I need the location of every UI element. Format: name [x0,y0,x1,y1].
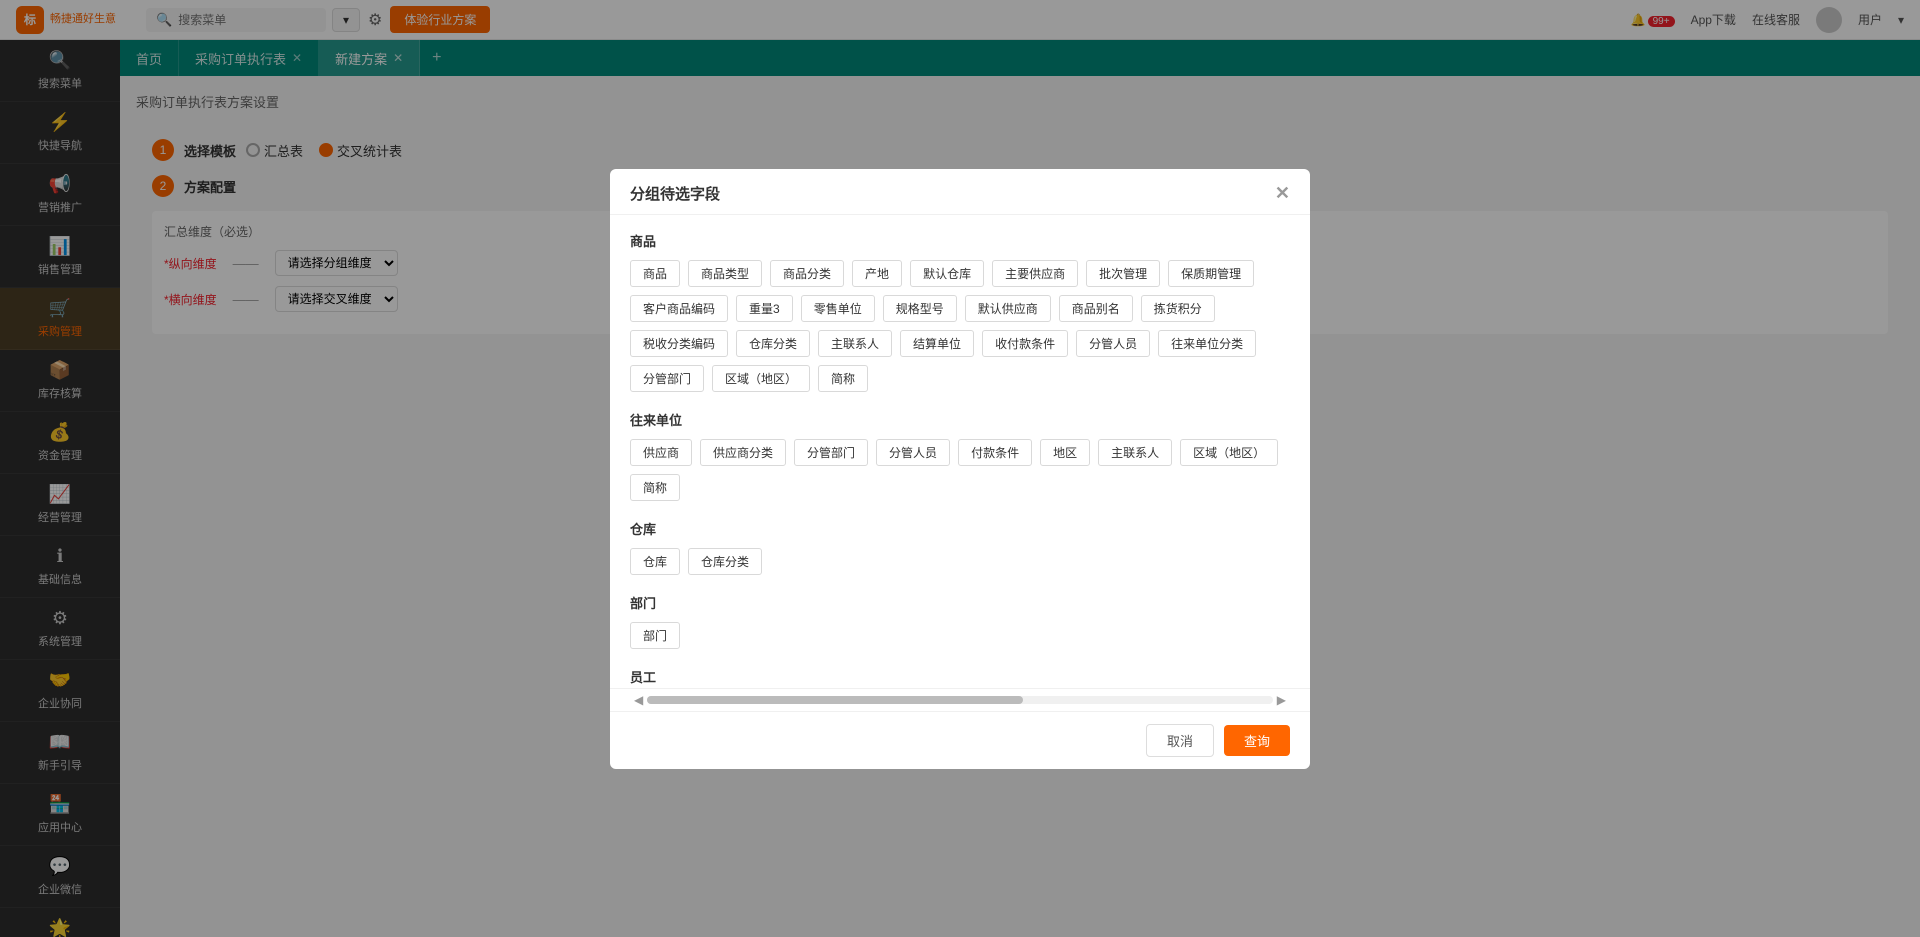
field-tag[interactable]: 收付款条件 [982,330,1068,357]
field-tag[interactable]: 拣货积分 [1141,295,1215,322]
field-tag[interactable]: 主联系人 [818,330,892,357]
field-tag[interactable]: 批次管理 [1086,260,1160,287]
section-warehouse: 仓库 仓库 仓库分类 [630,519,1290,575]
modal-header: 分组待选字段 ✕ [610,169,1310,215]
section-warehouse-title: 仓库 [630,519,1290,538]
field-tag[interactable]: 客户商品编码 [630,295,728,322]
modal-body: 商品 商品 商品类型 商品分类 产地 默认仓库 主要供应商 批次管理 保质期管理… [610,215,1310,688]
field-tag[interactable]: 地区 [1040,439,1090,466]
scroll-left-icon[interactable]: ◀ [630,693,647,707]
modal-footer: 取消 查询 [610,711,1310,769]
field-tag[interactable]: 商品类型 [688,260,762,287]
modal-scrollbar[interactable] [647,696,1273,704]
field-tag[interactable]: 主要供应商 [992,260,1078,287]
modal-overlay: 分组待选字段 ✕ 商品 商品 商品类型 商品分类 产地 默认仓库 主要供应商 批… [0,0,1920,937]
field-tag[interactable]: 往来单位分类 [1158,330,1256,357]
field-select-modal: 分组待选字段 ✕ 商品 商品 商品类型 商品分类 产地 默认仓库 主要供应商 批… [610,169,1310,769]
scroll-right-icon[interactable]: ▶ [1273,693,1290,707]
field-tags-partner: 供应商 供应商分类 分管部门 分管人员 付款条件 地区 主联系人 区域（地区） … [630,439,1290,501]
field-tags-goods: 商品 商品类型 商品分类 产地 默认仓库 主要供应商 批次管理 保质期管理 客户… [630,260,1290,392]
section-goods-title: 商品 [630,231,1290,250]
section-employee-title: 员工 [630,667,1290,686]
section-goods: 商品 商品 商品类型 商品分类 产地 默认仓库 主要供应商 批次管理 保质期管理… [630,231,1290,392]
field-tag[interactable]: 区域（地区） [712,365,810,392]
field-tag[interactable]: 供应商分类 [700,439,786,466]
section-department: 部门 部门 [630,593,1290,649]
modal-scrollbar-row: ◀ ▶ [610,688,1310,711]
field-tag[interactable]: 默认仓库 [910,260,984,287]
confirm-button[interactable]: 查询 [1224,725,1290,756]
section-department-title: 部门 [630,593,1290,612]
field-tag[interactable]: 商品分类 [770,260,844,287]
modal-scrollbar-thumb [647,696,1022,704]
field-tag[interactable]: 部门 [630,622,680,649]
modal-close-icon[interactable]: ✕ [1275,184,1290,202]
field-tag[interactable]: 供应商 [630,439,692,466]
field-tag[interactable]: 仓库分类 [688,548,762,575]
field-tag[interactable]: 仓库 [630,548,680,575]
field-tag[interactable]: 简称 [818,365,868,392]
field-tag[interactable]: 分管部门 [794,439,868,466]
field-tag[interactable]: 重量3 [736,295,793,322]
field-tags-warehouse: 仓库 仓库分类 [630,548,1290,575]
field-tag[interactable]: 税收分类编码 [630,330,728,357]
field-tag[interactable]: 结算单位 [900,330,974,357]
field-tag[interactable]: 区域（地区） [1180,439,1278,466]
field-tag[interactable]: 分管人员 [876,439,950,466]
field-tag[interactable]: 付款条件 [958,439,1032,466]
modal-title: 分组待选字段 [630,183,720,204]
section-partner-title: 往来单位 [630,410,1290,429]
field-tag[interactable]: 商品 [630,260,680,287]
field-tag[interactable]: 默认供应商 [965,295,1051,322]
section-partner: 往来单位 供应商 供应商分类 分管部门 分管人员 付款条件 地区 主联系人 区域… [630,410,1290,501]
section-employee: 员工 业务员 [630,667,1290,688]
field-tag[interactable]: 仓库分类 [736,330,810,357]
field-tag[interactable]: 保质期管理 [1168,260,1254,287]
field-tag[interactable]: 商品别名 [1059,295,1133,322]
field-tag[interactable]: 零售单位 [801,295,875,322]
cancel-button[interactable]: 取消 [1146,724,1214,757]
field-tag[interactable]: 产地 [852,260,902,287]
field-tag[interactable]: 分管人员 [1076,330,1150,357]
field-tag[interactable]: 主联系人 [1098,439,1172,466]
field-tag[interactable]: 规格型号 [883,295,957,322]
field-tags-department: 部门 [630,622,1290,649]
field-tag[interactable]: 分管部门 [630,365,704,392]
field-tag[interactable]: 简称 [630,474,680,501]
